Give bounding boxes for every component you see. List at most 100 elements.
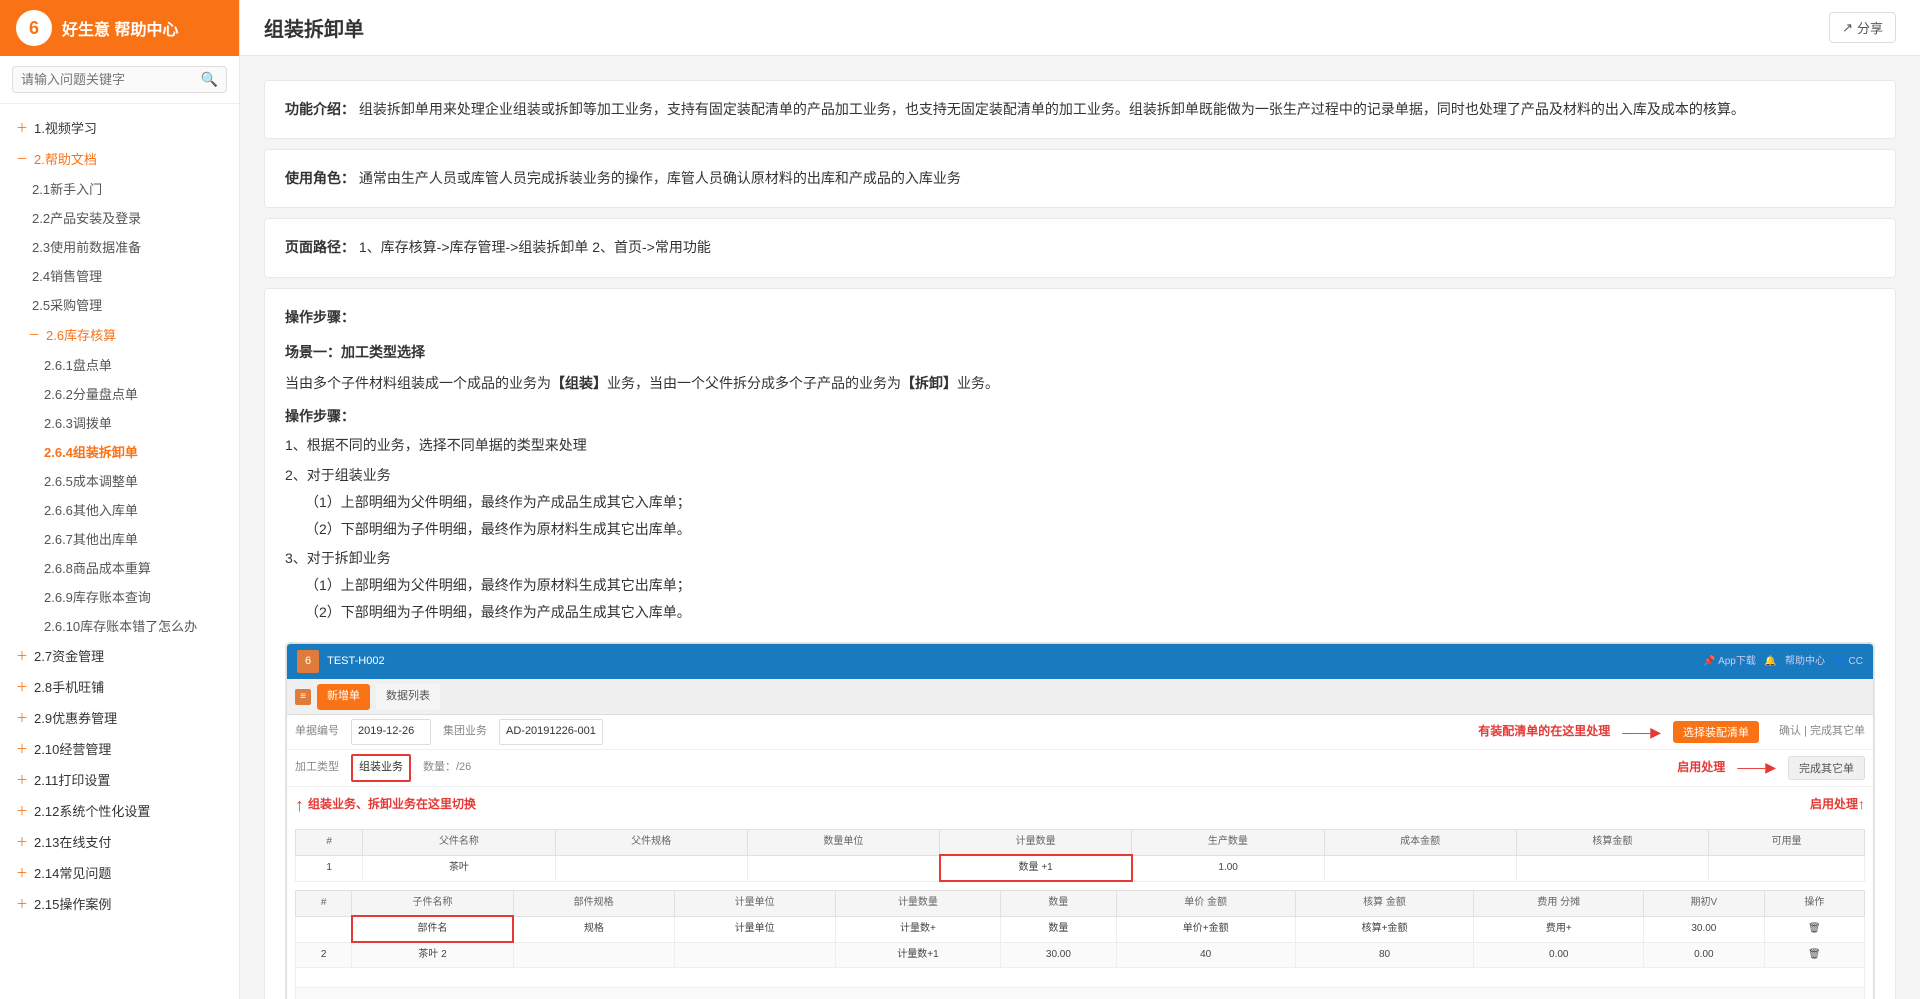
arrow-4: ↑ [1858, 792, 1865, 817]
mock-ui: 6 TEST-H002 📌 App下载 🔔 帮助中心 👤 CC ≡ 新增单 数据… [286, 643, 1874, 999]
sidebar-group-cases[interactable]: ＋ 2.15操作案例 [0, 888, 239, 919]
page-title: 组装拆卸单 [264, 13, 364, 42]
mock-collection-label: 集团业务 [443, 722, 487, 742]
brand-name: 好生意 帮助中心 [62, 16, 178, 40]
plus-icon-4: ＋ [16, 678, 28, 695]
path-label: 页面路径： [285, 239, 355, 255]
sidebar-group-finance[interactable]: ＋ 2.7资金管理 [0, 640, 239, 671]
sidebar-item-other-out[interactable]: 2.6.7其他出库单 [0, 524, 239, 553]
step3-1: （1）上部明细为父件明细，最终作为原材料生成其它出库单； [305, 573, 1875, 598]
minus-icon: － [16, 150, 28, 167]
search-input[interactable] [21, 72, 201, 87]
step2-2: （2）下部明细为子件明细，最终作为原材料生成其它出库单。 [305, 517, 1875, 542]
main-area: 组装拆卸单 ↗ 分享 功能介绍： 组装拆卸单用来处理企业组装或拆卸等加工业务，支… [240, 0, 1920, 999]
annotation-1: 有装配清单的在这里处理 [1478, 721, 1610, 743]
sidebar-group-video[interactable]: ＋ 1.视频学习 [0, 112, 239, 143]
plus-icon-5: ＋ [16, 709, 28, 726]
annotation-row3: ↑ 组装业务、拆卸业务在这里切换 启用处理 ↑ [287, 787, 1873, 825]
mock-menu-icon: ≡ [295, 689, 311, 705]
steps-label2: 操作步骤： [285, 404, 1875, 429]
sidebar-item-other-in[interactable]: 2.6.6其他入库单 [0, 495, 239, 524]
logo-icon: 6 [16, 10, 52, 46]
sidebar-item-ledger-query[interactable]: 2.6.9库存账本查询 [0, 582, 239, 611]
th-unit: 数量单位 [747, 830, 939, 856]
share-label: 分享 [1857, 18, 1883, 37]
sidebar-group-mobile[interactable]: ＋ 2.8手机旺铺 [0, 671, 239, 702]
mock-action-label: 确认 | 完成其它单 [1779, 722, 1865, 742]
search-container: 🔍 [0, 56, 239, 104]
sidebar-item-data-prep[interactable]: 2.3使用前数据准备 [0, 232, 239, 261]
scene1-label: 场景一：加工类型选择 [285, 344, 425, 360]
sidebar-group-help-docs[interactable]: － 2.帮助文档 [0, 143, 239, 174]
annotation-3: 组装业务、拆卸业务在这里切换 [308, 794, 476, 816]
sidebar-group-coupon[interactable]: ＋ 2.9优惠券管理 [0, 702, 239, 733]
step1: 1、根据不同的业务，选择不同单据的类型来处理 [285, 433, 1875, 458]
mock-table1-container: # 父件名称 父件规格 数量单位 计量数量 生产数量 成本金额 核算金额 可用量 [287, 825, 1873, 886]
path-card: 页面路径： 1、库存核算->库存管理->组装拆卸单 2、首页->常用功能 [264, 218, 1896, 277]
sidebar-item-install[interactable]: 2.2产品安装及登录 [0, 203, 239, 232]
role-label: 使用角色： [285, 170, 355, 186]
arrow-2: ——▶ [1737, 755, 1776, 780]
step2-1: （1）上部明细为父件明细，最终作为产成品生成其它入库单； [305, 490, 1875, 515]
mock-docnum-value: 2019-12-26 [351, 719, 431, 745]
sidebar-item-cost-recalc[interactable]: 2.6.8商品成本重算 [0, 553, 239, 582]
main-header: 组装拆卸单 ↗ 分享 [240, 0, 1920, 56]
sidebar-item-purchase[interactable]: 2.5采购管理 [0, 290, 239, 319]
scene1-desc: 当由多个子件材料组装成一个成品的业务为【组装】业务，当由一个父件拆分成多个子产品… [285, 371, 1875, 396]
screenshot-container: 6 TEST-H002 📌 App下载 🔔 帮助中心 👤 CC ≡ 新增单 数据… [285, 642, 1875, 999]
minus-icon-2: － [28, 326, 40, 343]
sidebar-nav: ＋ 1.视频学习 － 2.帮助文档 2.1新手入门 2.2产品安装及登录 2.3… [0, 104, 239, 999]
steps-title: 操作步骤： [285, 305, 1875, 330]
mock-table-lower: # 子件名称 部件规格 计量单位 计量数量 数量 单价 金额 核算 金额 费用 … [295, 890, 1865, 999]
mock-company: TEST-H002 [327, 652, 384, 672]
sidebar-group-ops[interactable]: ＋ 2.10经营管理 [0, 733, 239, 764]
plus-icon-7: ＋ [16, 771, 28, 788]
table-row: 1 茶叶 数量 +1 1.00 [296, 855, 1865, 881]
th-measure-qty: 计量数量 [940, 830, 1132, 856]
sidebar-item-assembly[interactable]: 2.6.4组装拆卸单 [0, 437, 239, 466]
sidebar-item-transfer[interactable]: 2.6.3调拨单 [0, 408, 239, 437]
mock-tab-new[interactable]: 新增单 [317, 684, 370, 710]
sidebar-item-count[interactable]: 2.6.1盘点单 [0, 350, 239, 379]
annotation-2: 启用处理 [1677, 757, 1725, 779]
mock-tab-list[interactable]: 数据列表 [376, 684, 440, 710]
sidebar-item-partial-count[interactable]: 2.6.2分量盘点单 [0, 379, 239, 408]
plus-icon-6: ＋ [16, 740, 28, 757]
share-button[interactable]: ↗ 分享 [1829, 12, 1896, 43]
sidebar-item-newcomer[interactable]: 2.1新手入门 [0, 174, 239, 203]
mock-form-row1: 单据编号 2019-12-26 集团业务 AD-20191226-001 有装配… [287, 715, 1873, 750]
sidebar-group-customize[interactable]: ＋ 2.12系统个性化设置 [0, 795, 239, 826]
step3-2: （2）下部明细为子件明细，最终作为产成品生成其它入库单。 [305, 600, 1875, 625]
mock-select-bom-btn[interactable]: 选择装配清单 [1673, 721, 1759, 743]
plus-icon: ＋ [16, 119, 28, 136]
mock-logo: 6 [297, 650, 319, 674]
role-card: 使用角色： 通常由生产人员或库管人员完成拆装业务的操作，库管人员确认原材料的出库… [264, 149, 1896, 208]
sidebar-header: 6 好生意 帮助中心 [0, 0, 239, 56]
sidebar-group-print[interactable]: ＋ 2.11打印设置 [0, 764, 239, 795]
th-cost-amount: 成本金额 [1324, 830, 1516, 856]
sidebar-item-cost-adjust[interactable]: 2.6.5成本调整单 [0, 466, 239, 495]
th-parent-name: 父件名称 [363, 830, 555, 856]
mock-topbar: 6 TEST-H002 📌 App下载 🔔 帮助中心 👤 CC [287, 644, 1873, 681]
plus-icon-8: ＋ [16, 802, 28, 819]
mock-icons: 📌 App下载 🔔 帮助中心 👤 CC [1703, 653, 1863, 671]
mock-enable-btn[interactable]: 完成其它单 [1788, 756, 1865, 780]
sidebar-item-sales[interactable]: 2.4销售管理 [0, 261, 239, 290]
sidebar-group-faq[interactable]: ＋ 2.14常见问题 [0, 857, 239, 888]
sidebar-item-ledger-error[interactable]: 2.6.10库存账本错了怎么办 [0, 611, 239, 640]
mock-table-upper: # 父件名称 父件规格 数量单位 计量数量 生产数量 成本金额 核算金额 可用量 [295, 829, 1865, 882]
main-content: 功能介绍： 组装拆卸单用来处理企业组装或拆卸等加工业务，支持有固定装配清单的产品… [240, 56, 1920, 999]
path-text: 1、库存核算->库存管理->组装拆卸单 2、首页->常用功能 [359, 239, 711, 255]
th-num: # [296, 830, 363, 856]
plus-icon-9: ＋ [16, 833, 28, 850]
table-row-empty [296, 988, 1865, 999]
steps-card: 操作步骤： 场景一：加工类型选择 当由多个子件材料组装成一个成品的业务为【组装】… [264, 288, 1896, 999]
sidebar-item-inventory[interactable]: － 2.6库存核算 [0, 319, 239, 350]
intro-card: 功能介绍： 组装拆卸单用来处理企业组装或拆卸等加工业务，支持有固定装配清单的产品… [264, 80, 1896, 139]
mock-type-label: 加工类型 [295, 758, 339, 778]
th-calc-amount: 核算金额 [1516, 830, 1708, 856]
plus-icon-3: ＋ [16, 647, 28, 664]
sidebar-group-payment[interactable]: ＋ 2.13在线支付 [0, 826, 239, 857]
mock-type-value[interactable]: 组装业务 [351, 754, 411, 782]
mock-form-row2: 加工类型 组装业务 数量：/26 启用处理 ——▶ 完成其它单 [287, 750, 1873, 787]
